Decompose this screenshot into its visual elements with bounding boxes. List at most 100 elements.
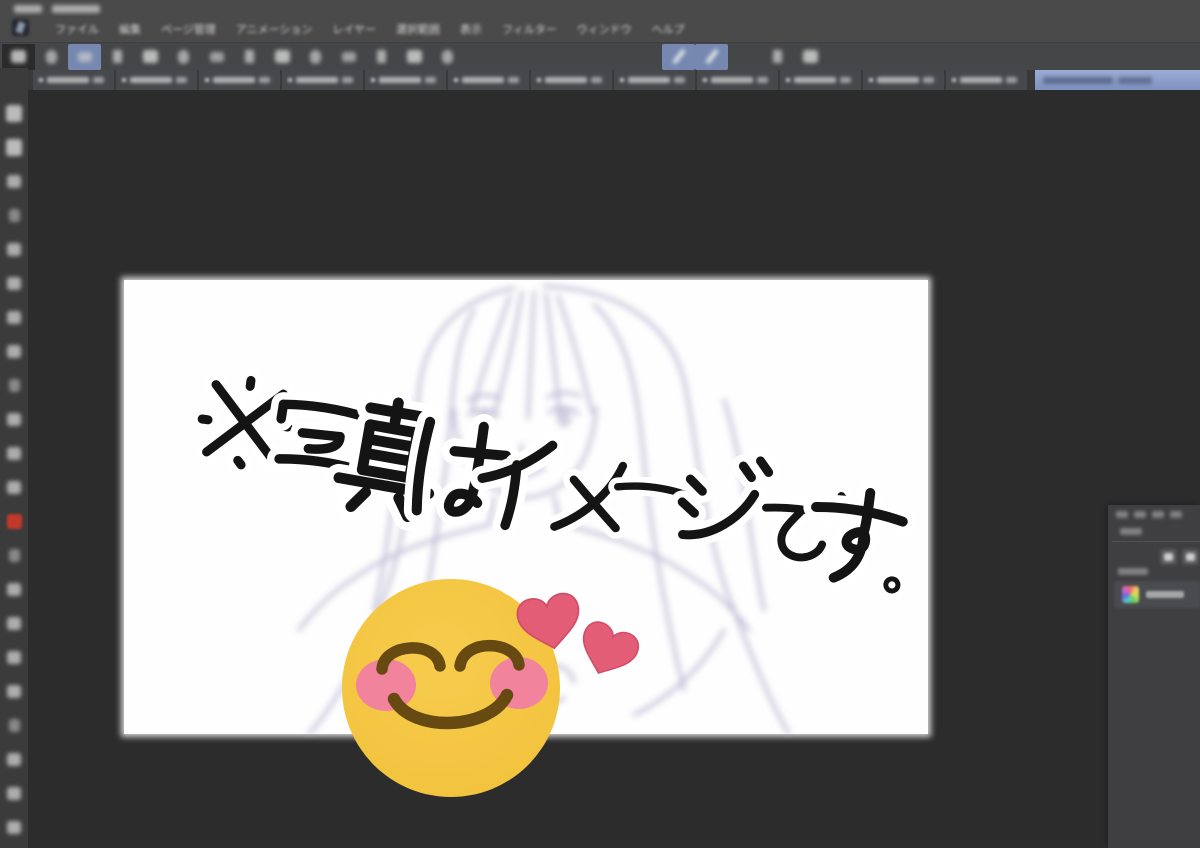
tab-star-icon xyxy=(703,78,707,82)
menu-item-2[interactable]: ページ管理 xyxy=(152,21,225,37)
document-tab-11[interactable] xyxy=(946,70,1027,90)
panel-button[interactable] xyxy=(1182,549,1199,565)
tool-4[interactable] xyxy=(0,232,28,266)
tool-icon xyxy=(7,412,21,426)
toolbar-button-4[interactable] xyxy=(134,44,167,70)
toolbar-button-21[interactable] xyxy=(695,43,728,70)
tool-20[interactable] xyxy=(0,776,28,810)
panel-tab-icon[interactable] xyxy=(1170,511,1182,518)
menu-items: ファイル 編集 ページ管理 アニメーション レイヤー 選択範囲 表示 フィルター ウィンドウ ヘル… xyxy=(46,16,694,42)
tool-13[interactable] xyxy=(0,538,28,572)
document-tab-2[interactable] xyxy=(199,70,280,90)
menu-item-9[interactable]: ヘルプ xyxy=(643,21,694,37)
tool-icon xyxy=(8,208,20,222)
tool-19[interactable] xyxy=(0,742,28,776)
canvas-workspace[interactable]: ※写真はイメージです。 xyxy=(28,90,1200,848)
tab-label-blob xyxy=(425,77,436,83)
document-tab-7[interactable] xyxy=(614,70,695,90)
tool-icon xyxy=(6,104,22,122)
menu-item-0[interactable]: ファイル xyxy=(46,21,108,37)
tool-icon xyxy=(7,310,21,324)
menu-item-7[interactable]: フィルター xyxy=(493,21,566,37)
toolbar-button-23[interactable] xyxy=(761,44,794,70)
menu-item-4[interactable]: レイヤー xyxy=(323,21,385,37)
panel-tab-icon[interactable] xyxy=(1152,511,1164,518)
document-tab-9[interactable] xyxy=(780,70,861,90)
tool-1[interactable] xyxy=(0,130,28,164)
tab-label-blob xyxy=(923,77,934,83)
document-tab-6[interactable] xyxy=(531,70,612,90)
tab-star-icon xyxy=(454,78,458,82)
toolbar-button-3[interactable] xyxy=(101,44,134,70)
document-tab-10[interactable] xyxy=(863,70,944,90)
tab-label-blob xyxy=(508,77,519,83)
toolbar-button-24[interactable] xyxy=(794,44,827,70)
document-tab-0[interactable] xyxy=(33,70,114,90)
toolbar-button-17 xyxy=(563,44,596,70)
color-wheel-icon xyxy=(1122,586,1139,603)
tab-label-blob xyxy=(628,77,670,83)
tool-8[interactable] xyxy=(0,368,28,402)
tool-5[interactable] xyxy=(0,266,28,300)
tab-star-icon xyxy=(786,78,790,82)
tool-2[interactable] xyxy=(0,164,28,198)
menu-item-6[interactable]: 表示 xyxy=(451,21,491,37)
tool-11[interactable] xyxy=(0,470,28,504)
menu-item-3[interactable]: アニメーション xyxy=(227,21,322,37)
selected-subtool-row[interactable] xyxy=(1114,581,1200,608)
menu-item-5[interactable]: 選択範囲 xyxy=(387,21,449,37)
tool-21[interactable] xyxy=(0,810,28,844)
window-title-blob xyxy=(52,5,100,13)
toolbar-button-12[interactable] xyxy=(398,44,431,70)
tool-14[interactable] xyxy=(0,572,28,606)
tab-star-icon xyxy=(122,78,126,82)
document-tab-1[interactable] xyxy=(116,70,197,90)
toolbar-button-14 xyxy=(464,44,497,70)
tool-17[interactable] xyxy=(0,674,28,708)
tool-6[interactable] xyxy=(0,300,28,334)
tool-3[interactable] xyxy=(0,198,28,232)
tool-icon xyxy=(7,446,21,460)
tool-icon xyxy=(8,718,20,732)
tab-label-blob xyxy=(342,77,353,83)
tool-icon xyxy=(7,480,21,494)
tool-15[interactable] xyxy=(0,606,28,640)
toolbar-button-10[interactable] xyxy=(332,44,365,70)
toolbar-button-18 xyxy=(596,44,629,70)
document-tab-3[interactable] xyxy=(282,70,363,90)
tab-label-blob xyxy=(379,77,421,83)
document-tab-5[interactable] xyxy=(448,70,529,90)
toolbar-button-6[interactable] xyxy=(200,44,233,70)
toolbar-button-8[interactable] xyxy=(266,44,299,70)
tool-18[interactable] xyxy=(0,708,28,742)
panel-tab-icon[interactable] xyxy=(1134,511,1146,518)
tool-0[interactable] xyxy=(0,96,28,130)
tool-color-swatch[interactable] xyxy=(0,504,28,538)
tool-10[interactable] xyxy=(0,436,28,470)
sub-tool-panel xyxy=(1108,505,1200,848)
toolbar-button-20[interactable] xyxy=(662,43,695,70)
toolbar-button-7[interactable] xyxy=(233,44,266,70)
active-document-tab[interactable] xyxy=(1035,70,1200,90)
menu-item-1[interactable]: 編集 xyxy=(110,21,150,37)
tab-label-blob xyxy=(296,77,338,83)
document-tab-8[interactable] xyxy=(697,70,778,90)
toolbar-button-11[interactable] xyxy=(365,44,398,70)
panel-button[interactable] xyxy=(1160,549,1177,565)
toolbar-button-5[interactable] xyxy=(167,44,200,70)
smiling-emoji-sticker xyxy=(342,579,640,797)
panel-tab-icon[interactable] xyxy=(1116,511,1128,518)
toolbar-button-1[interactable] xyxy=(35,44,68,70)
window-title-blob xyxy=(14,5,42,13)
menu-item-8[interactable]: ウィンドウ xyxy=(568,21,641,37)
tool-7[interactable] xyxy=(0,334,28,368)
toolbar-button-9[interactable] xyxy=(299,44,332,70)
tool-16[interactable] xyxy=(0,640,28,674)
tab-star-icon xyxy=(869,78,873,82)
tool-palette xyxy=(0,68,28,848)
tool-9[interactable] xyxy=(0,402,28,436)
toolbar-button-13[interactable] xyxy=(431,44,464,70)
document-tab-4[interactable] xyxy=(365,70,446,90)
toolbar-button-0[interactable] xyxy=(2,43,35,70)
toolbar-button-2[interactable] xyxy=(68,43,101,70)
